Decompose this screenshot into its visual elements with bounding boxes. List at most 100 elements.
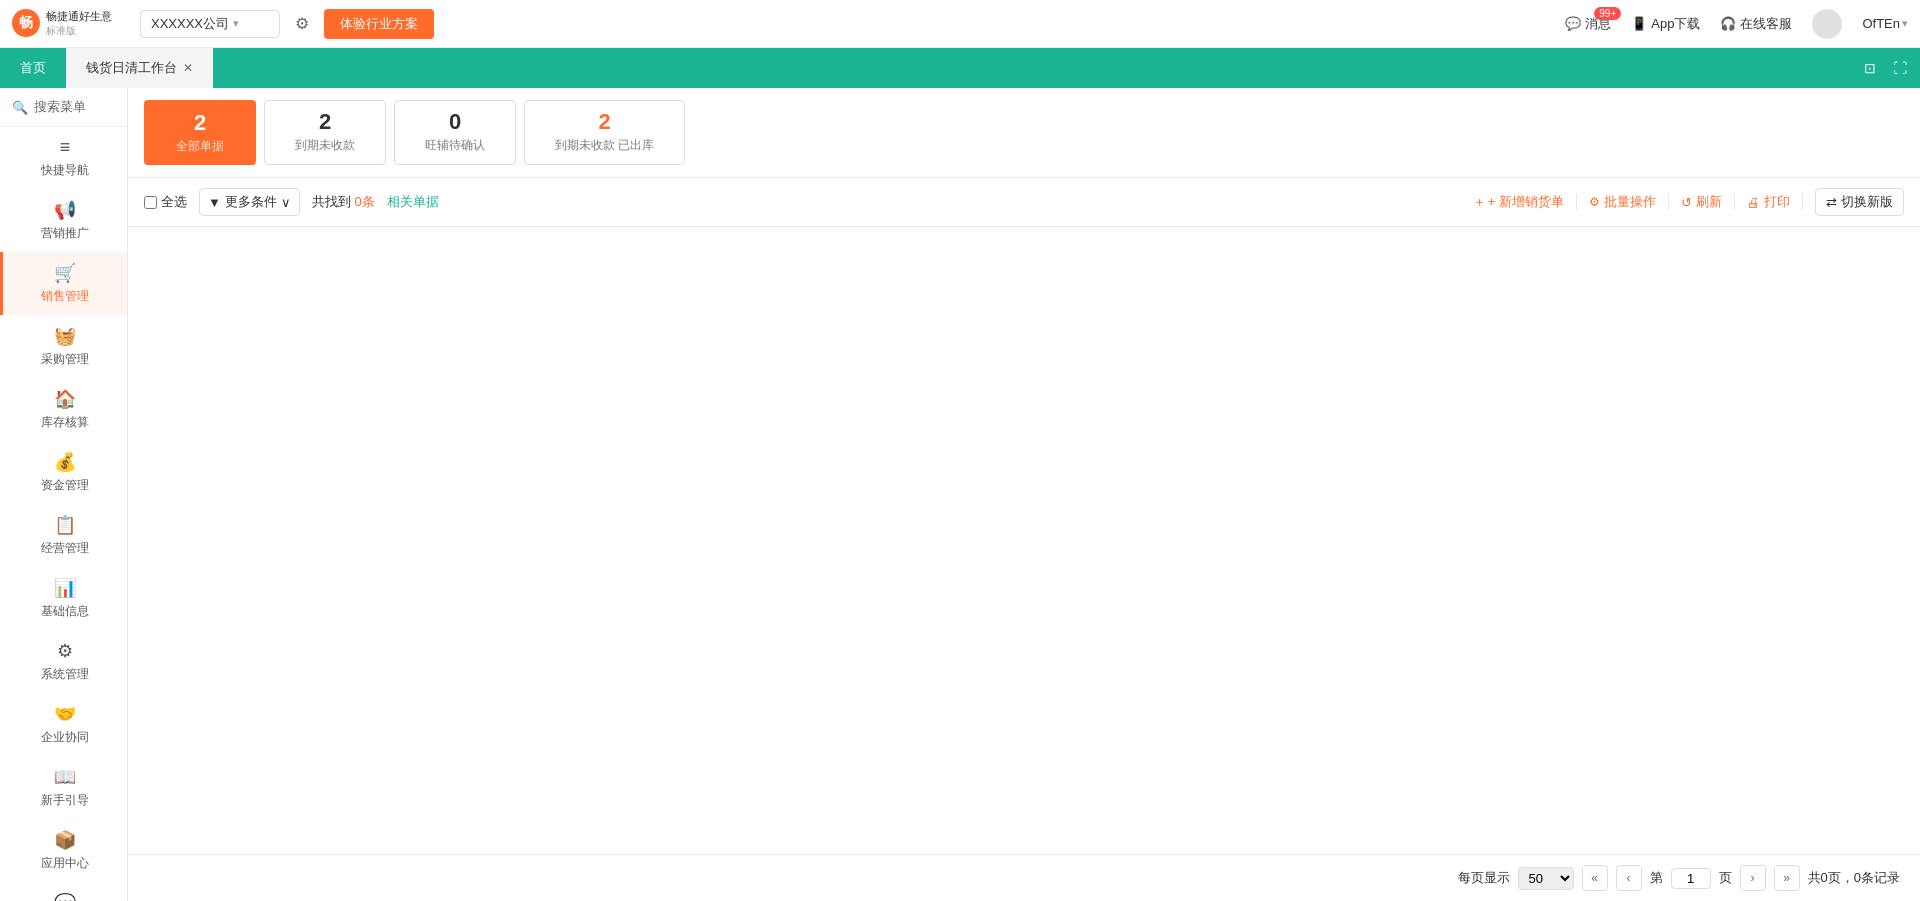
filter-button[interactable]: ▼ 更多条件 ∨: [199, 188, 300, 216]
chevron-user-icon: ▾: [1902, 17, 1908, 30]
per-page-select[interactable]: 50 100 200: [1518, 867, 1574, 890]
sidebar-item-wechat[interactable]: 💬 企业微信: [0, 882, 127, 901]
select-all-input[interactable]: [144, 196, 157, 209]
sidebar-item-label: 库存核算: [41, 414, 89, 431]
batch-button[interactable]: ⚙ 批量操作: [1589, 193, 1656, 211]
select-all-label: 全选: [161, 193, 187, 211]
refresh-icon: ↺: [1681, 195, 1692, 210]
last-page-button[interactable]: »: [1774, 865, 1800, 891]
logo-area: 畅 畅捷通好生意 标准版: [12, 9, 140, 37]
company-select[interactable]: XXXXXX公司 ▾: [140, 10, 280, 38]
sidebar-item-label: 系统管理: [41, 666, 89, 683]
status-cards: 2 全部单据 2 到期未收款 0 旺辅待确认 2 到期未收款 已出库: [128, 88, 1920, 178]
sidebar-item-label: 营销推广: [41, 225, 89, 242]
status-card-wangfu[interactable]: 0 旺辅待确认: [394, 100, 516, 165]
status-card-shipped[interactable]: 2 到期未收款 已出库: [524, 100, 685, 165]
purchase-icon: 🧺: [54, 325, 76, 347]
next-page-button[interactable]: ›: [1740, 865, 1766, 891]
basic-info-icon: 📊: [54, 577, 76, 599]
add-sales-order-button[interactable]: ＋ + 新增销货单: [1473, 193, 1564, 211]
switch-icon: ⇄: [1826, 195, 1837, 210]
sidebar-item-guide[interactable]: 📖 新手引导: [0, 756, 127, 819]
print-icon: 🖨: [1747, 195, 1760, 210]
page-label: 第: [1650, 869, 1663, 887]
search-menu-button[interactable]: 🔍 搜索菜单: [0, 88, 127, 127]
select-all-checkbox[interactable]: 全选: [144, 193, 187, 211]
status-card-overdue[interactable]: 2 到期未收款: [264, 100, 386, 165]
sidebar-item-label: 快捷导航: [41, 162, 89, 179]
top-header: 畅 畅捷通好生意 标准版 XXXXXX公司 ▾ ⚙ 体验行业方案 💬 消息 99…: [0, 0, 1920, 48]
chevron-filter-icon: ∨: [281, 195, 291, 210]
tab-workbench[interactable]: 钱货日清工作台 ✕: [66, 48, 213, 88]
search-menu-label: 搜索菜单: [34, 98, 86, 116]
sidebar-item-label: 基础信息: [41, 603, 89, 620]
overdue-count: 2: [319, 109, 331, 135]
per-page-label: 每页显示: [1458, 869, 1510, 887]
switch-version-button[interactable]: ⇄ 切换新版: [1815, 188, 1904, 216]
company-name: XXXXXX公司: [151, 15, 229, 33]
tab-home-label: 首页: [20, 59, 46, 77]
sidebar-item-marketing[interactable]: 📢 营销推广: [0, 189, 127, 252]
online-service-button[interactable]: 🎧 在线客服: [1720, 15, 1792, 33]
maximize-button[interactable]: ⛶: [1888, 56, 1912, 80]
header-right: 💬 消息 99+ 📱 App下载 🎧 在线客服 OfTEn ▾: [1565, 9, 1908, 39]
print-label: 打印: [1764, 193, 1790, 211]
sidebar-item-operations[interactable]: 📋 经营管理: [0, 504, 127, 567]
trial-button[interactable]: 体验行业方案: [324, 9, 434, 39]
sidebar-item-purchase[interactable]: 🧺 采购管理: [0, 315, 127, 378]
shipped-label: 到期未收款 已出库: [555, 137, 654, 154]
content-area: 2 全部单据 2 到期未收款 0 旺辅待确认 2 到期未收款 已出库 全选: [128, 88, 1920, 901]
sidebar-item-basic-info[interactable]: 📊 基础信息: [0, 567, 127, 630]
operations-icon: 📋: [54, 514, 76, 536]
username-area[interactable]: OfTEn ▾: [1862, 16, 1908, 31]
batch-label: 批量操作: [1604, 193, 1656, 211]
all-label: 全部单据: [176, 138, 224, 155]
divider4: [1802, 194, 1803, 210]
minimize-button[interactable]: ⊡: [1858, 56, 1882, 80]
app-center-icon: 📦: [54, 829, 76, 851]
batch-icon: ⚙: [1589, 195, 1600, 209]
status-card-all[interactable]: 2 全部单据: [144, 100, 256, 165]
sidebar-item-app-center[interactable]: 📦 应用中心: [0, 819, 127, 882]
close-tab-icon[interactable]: ✕: [183, 61, 193, 75]
app-download-button[interactable]: 📱 App下载: [1631, 15, 1700, 33]
filter-icon: ▼: [208, 195, 221, 210]
overdue-label: 到期未收款: [295, 137, 355, 154]
sidebar-item-label: 资金管理: [41, 477, 89, 494]
logo-text-block: 畅捷通好生意 标准版: [46, 9, 112, 37]
prev-page-button[interactable]: ‹: [1616, 865, 1642, 891]
messages-button[interactable]: 💬 消息 99+: [1565, 15, 1611, 33]
sidebar-item-enterprise[interactable]: 🤝 企业协同: [0, 693, 127, 756]
sidebar-item-system[interactable]: ⚙ 系统管理: [0, 630, 127, 693]
app-icon: 📱: [1631, 16, 1647, 31]
refresh-label: 刷新: [1696, 193, 1722, 211]
logo-badge: 标准版: [46, 24, 112, 38]
refresh-button[interactable]: ↺ 刷新: [1681, 193, 1722, 211]
settings-button[interactable]: ⚙: [286, 8, 318, 40]
switch-label: 切换新版: [1841, 193, 1893, 211]
tab-home[interactable]: 首页: [0, 48, 66, 88]
add-icon: ＋: [1473, 193, 1486, 211]
related-link[interactable]: 相关单据: [387, 193, 439, 211]
current-page-input[interactable]: [1671, 868, 1711, 889]
first-page-button[interactable]: «: [1582, 865, 1608, 891]
found-text: 共找到 0条: [312, 193, 375, 211]
system-icon: ⚙: [57, 640, 73, 662]
quick-nav-icon: ≡: [60, 137, 71, 158]
logo-name: 畅捷通好生意: [46, 9, 112, 23]
message-icon: 💬: [1565, 16, 1581, 31]
print-button[interactable]: 🖨 打印: [1747, 193, 1790, 211]
enterprise-icon: 🤝: [54, 703, 76, 725]
divider: [1576, 194, 1577, 210]
username-text: OfTEn: [1862, 16, 1900, 31]
avatar[interactable]: [1812, 9, 1842, 39]
wangfu-label: 旺辅待确认: [425, 137, 485, 154]
add-label: + 新增销货单: [1488, 193, 1564, 211]
sidebar-item-finance[interactable]: 💰 资金管理: [0, 441, 127, 504]
sidebar-item-label: 应用中心: [41, 855, 89, 872]
sidebar-item-quick-nav[interactable]: ≡ 快捷导航: [0, 127, 127, 189]
sidebar-item-inventory[interactable]: 🏠 库存核算: [0, 378, 127, 441]
sidebar-item-sales[interactable]: 🛒 销售管理: [0, 252, 127, 315]
marketing-icon: 📢: [54, 199, 76, 221]
chevron-down-icon: ▾: [233, 17, 239, 30]
